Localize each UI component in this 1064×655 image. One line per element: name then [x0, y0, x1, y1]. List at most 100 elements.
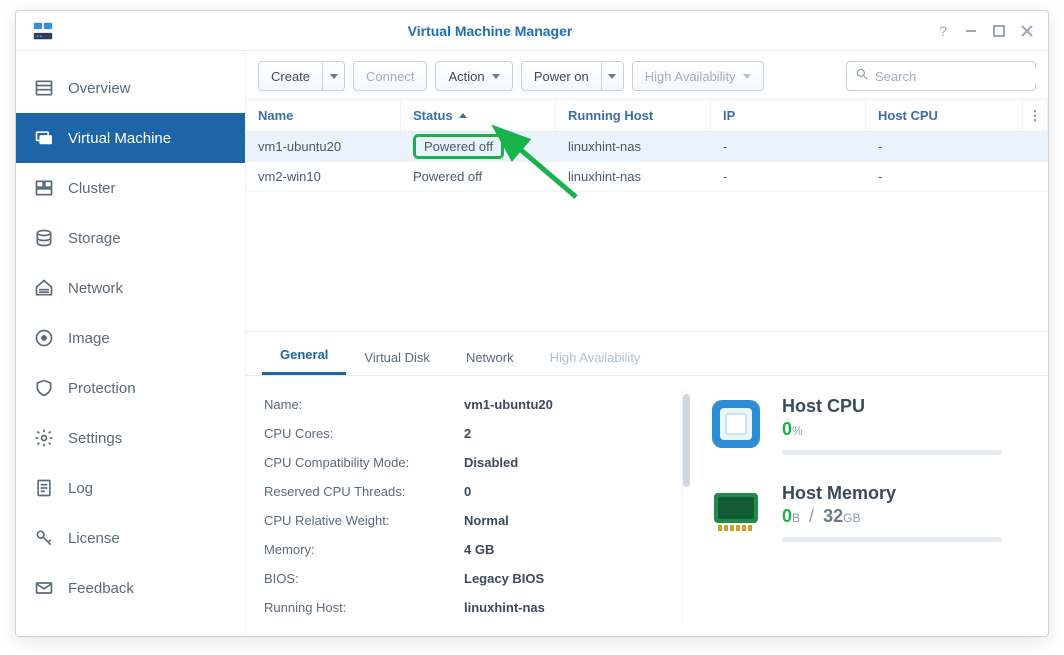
ha-button-label: High Availability	[645, 69, 736, 84]
sidebar-item-label: Feedback	[68, 580, 134, 597]
help-button[interactable]: ?	[932, 20, 954, 42]
toolbar: Create Connect Action Power on High Avai…	[246, 51, 1048, 100]
protection-icon	[34, 378, 54, 398]
maximize-button[interactable]	[988, 20, 1010, 42]
kv-key: CPU Compatibility Mode:	[264, 455, 464, 470]
table-row[interactable]: vm2-win10 Powered off linuxhint-nas - -	[246, 162, 1048, 192]
col-ip[interactable]: IP	[711, 100, 866, 131]
cell-ip: -	[711, 132, 866, 161]
status-highlight: Powered off	[413, 134, 504, 159]
cpu-icon	[708, 396, 764, 452]
col-more-icon[interactable]: ⋮	[1023, 100, 1048, 131]
cell-host: linuxhint-nas	[556, 132, 711, 161]
cell-ip: -	[711, 162, 866, 191]
sidebar-item-cluster[interactable]: Cluster	[16, 163, 245, 213]
kv-val: Disabled	[464, 455, 518, 470]
sidebar-item-label: License	[68, 530, 120, 547]
kv-key: Running Host:	[264, 600, 464, 615]
kv-val: Normal	[464, 513, 509, 528]
kv-val: linuxhint-nas	[464, 600, 545, 615]
power-button[interactable]: Power on	[521, 61, 624, 91]
connect-button-label: Connect	[354, 62, 426, 90]
col-host[interactable]: Running Host	[556, 100, 711, 131]
kv-key: CPU Cores:	[264, 426, 464, 441]
ha-button[interactable]: High Availability	[632, 61, 764, 91]
sidebar-item-label: Network	[68, 280, 123, 297]
overview-icon	[34, 78, 54, 98]
envelope-icon	[34, 578, 54, 598]
detail-tabs: General Virtual Disk Network High Availa…	[246, 332, 1048, 376]
sidebar-item-protection[interactable]: Protection	[16, 363, 245, 413]
search-input[interactable]	[875, 69, 1049, 84]
sidebar-item-license[interactable]: License	[16, 513, 245, 563]
sidebar-item-network[interactable]: Network	[16, 263, 245, 313]
sidebar-item-label: Storage	[68, 230, 121, 247]
col-cpu[interactable]: Host CPU	[866, 100, 1023, 131]
tab-virtual-disk[interactable]: Virtual Disk	[346, 340, 448, 375]
detail-scrollbar[interactable]	[682, 390, 690, 622]
tab-general[interactable]: General	[262, 337, 346, 375]
stat-label: Host Memory	[782, 483, 1002, 504]
cell-status: Powered off	[401, 132, 556, 161]
power-button-label: Power on	[522, 62, 601, 90]
create-dropdown-caret[interactable]	[322, 62, 344, 90]
sidebar-item-label: Image	[68, 330, 110, 347]
connect-button[interactable]: Connect	[353, 61, 427, 91]
search-box[interactable]	[846, 61, 1036, 91]
kv-key: Name:	[264, 397, 464, 412]
search-icon	[855, 67, 869, 86]
app-icon	[32, 20, 54, 42]
sidebar-item-image[interactable]: Image	[16, 313, 245, 363]
stat-host-memory: Host Memory 0B / 32GB	[708, 483, 1030, 542]
sidebar-item-log[interactable]: Log	[16, 463, 245, 513]
stat-bar	[782, 537, 1002, 542]
sort-asc-icon	[459, 113, 467, 118]
vm-icon	[34, 128, 54, 148]
power-dropdown-caret[interactable]	[601, 62, 623, 90]
sidebar-item-virtual-machine[interactable]: Virtual Machine	[16, 113, 245, 163]
stat-used: 0	[782, 506, 792, 526]
sidebar-item-label: Log	[68, 480, 93, 497]
tab-network[interactable]: Network	[448, 340, 532, 375]
sidebar-item-label: Settings	[68, 430, 122, 447]
kv-key: Reserved CPU Threads:	[264, 484, 464, 499]
create-button[interactable]: Create	[258, 61, 345, 91]
log-icon	[34, 478, 54, 498]
cell-cpu: -	[866, 132, 1024, 161]
sidebar-item-feedback[interactable]: Feedback	[16, 563, 245, 613]
sidebar-item-settings[interactable]: Settings	[16, 413, 245, 463]
sidebar-item-storage[interactable]: Storage	[16, 213, 245, 263]
close-button[interactable]	[1016, 20, 1038, 42]
cell-name: vm1-ubuntu20	[246, 132, 401, 161]
app-window: Virtual Machine Manager ? Overview Virtu…	[15, 10, 1049, 637]
col-status[interactable]: Status	[401, 100, 556, 131]
kv-val: 4 GB	[464, 542, 494, 557]
stat-used-unit: B	[792, 511, 800, 525]
table-header: Name Status Running Host IP Host CPU ⋮	[246, 100, 1048, 132]
cluster-icon	[34, 178, 54, 198]
sidebar-item-label: Virtual Machine	[68, 130, 171, 147]
sidebar: Overview Virtual Machine Cluster Storage…	[16, 51, 246, 636]
stat-host-cpu: Host CPU 0%	[708, 396, 1030, 455]
cell-cpu: -	[866, 162, 1024, 191]
titlebar: Virtual Machine Manager ?	[16, 11, 1048, 51]
storage-icon	[34, 228, 54, 248]
stat-unit: %	[792, 424, 803, 438]
stat-total: 32	[823, 506, 843, 526]
detail-kv-list: Name:vm1-ubuntu20 CPU Cores:2 CPU Compat…	[264, 390, 664, 622]
tab-high-availability[interactable]: High Availability	[532, 340, 659, 375]
key-icon	[34, 528, 54, 548]
kv-val: Legacy BIOS	[464, 571, 544, 586]
action-button-label: Action	[448, 69, 484, 84]
minimize-button[interactable]	[960, 20, 982, 42]
action-button[interactable]: Action	[435, 61, 512, 91]
create-button-label: Create	[259, 62, 322, 90]
table-row[interactable]: vm1-ubuntu20 Powered off linuxhint-nas -…	[246, 132, 1048, 162]
vm-table: Name Status Running Host IP Host CPU ⋮ v…	[246, 100, 1048, 192]
col-name[interactable]: Name	[246, 100, 401, 131]
sidebar-item-label: Protection	[68, 380, 136, 397]
cell-status: Powered off	[401, 162, 556, 191]
stat-total-unit: GB	[843, 511, 860, 525]
sidebar-item-overview[interactable]: Overview	[16, 63, 245, 113]
detail-pane: General Virtual Disk Network High Availa…	[246, 331, 1048, 636]
